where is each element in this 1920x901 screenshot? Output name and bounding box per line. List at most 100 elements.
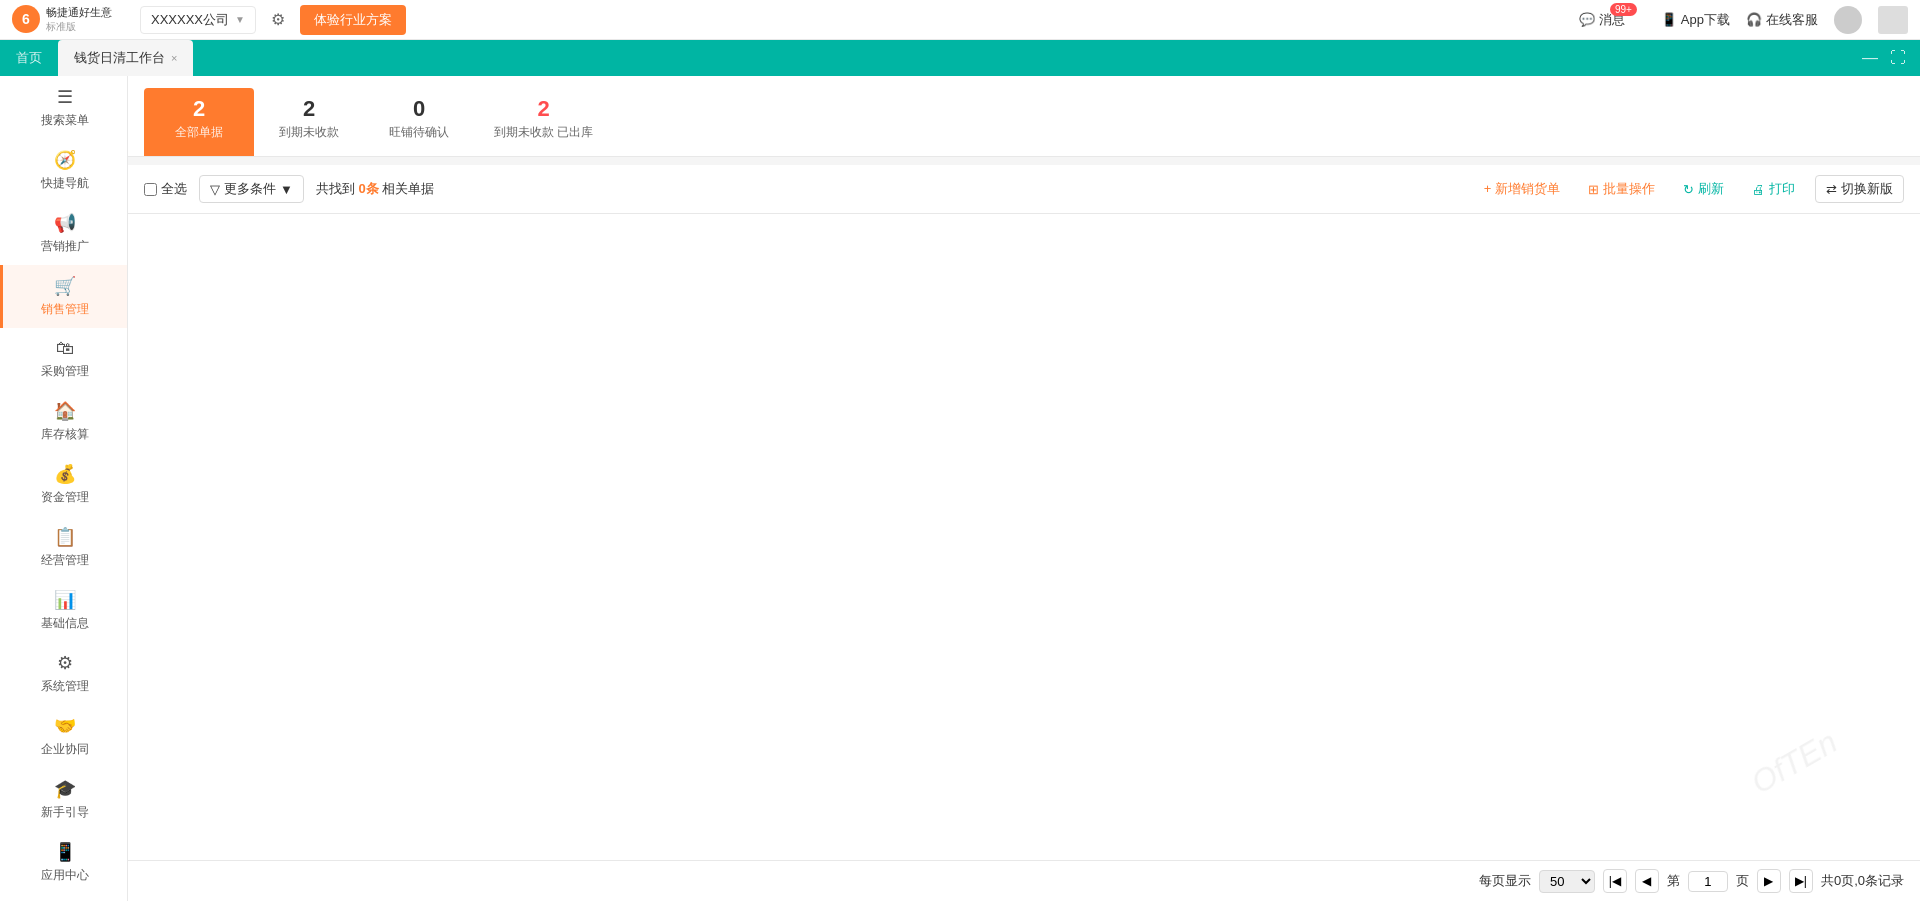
main-layout: ☰ 搜索菜单 🧭 快捷导航 📢 营销推广 🛒 销售管理 🛍 采购管理 🏠 库存核… <box>0 76 1920 901</box>
sidebar-item-label: 系统管理 <box>41 678 89 695</box>
logo-sub: 标准版 <box>46 20 112 34</box>
sidebar-item-guide[interactable]: 🎓 新手引导 <box>0 768 127 831</box>
filter-icon: ▽ <box>210 182 220 197</box>
stat-tab-shipped[interactable]: 2 到期未收款 已出库 <box>474 88 613 156</box>
toolbar: 全选 ▽ 更多条件 ▼ 共找到 0条 相关单据 + 新增销货单 ⊞ 批量操作 ↻ <box>128 165 1920 214</box>
total-label: 共0页,0条记录 <box>1821 872 1904 890</box>
stat-tab-overdue[interactable]: 2 到期未收款 <box>254 88 364 156</box>
top-bar: 6 畅捷通好生意 标准版 XXXXXX公司 ▼ ⚙ 体验行业方案 💬 消息 99… <box>0 0 1920 40</box>
sidebar: ☰ 搜索菜单 🧭 快捷导航 📢 营销推广 🛒 销售管理 🛍 采购管理 🏠 库存核… <box>0 76 128 901</box>
quicknav-icon: 🧭 <box>54 149 76 171</box>
app-download-item[interactable]: 📱 App下载 <box>1661 11 1730 29</box>
sidebar-item-label: 采购管理 <box>41 363 89 380</box>
pagination-bar: 每页显示 50 100 200 |◀ ◀ 第 页 ▶ ▶| 共0页,0条记录 <box>128 860 1920 901</box>
sidebar-item-quicknav[interactable]: 🧭 快捷导航 <box>0 139 127 202</box>
sidebar-item-operations[interactable]: 📋 经营管理 <box>0 516 127 579</box>
online-service-label: 在线客服 <box>1766 11 1818 29</box>
sidebar-item-appcenter[interactable]: 📱 应用中心 <box>0 831 127 894</box>
window-minimize-button[interactable]: — <box>1856 45 1884 71</box>
next-page-button[interactable]: ▶ <box>1757 869 1781 893</box>
sidebar-item-label: 企业协同 <box>41 741 89 758</box>
sidebar-item-purchase[interactable]: 🛍 采购管理 <box>0 328 127 390</box>
sidebar-item-finance[interactable]: 💰 资金管理 <box>0 453 127 516</box>
filter-label: 更多条件 <box>224 180 276 198</box>
logo-icon: 6 <box>12 5 40 33</box>
stat-all-label: 全部单据 <box>164 124 234 141</box>
message-item[interactable]: 💬 消息 99+ <box>1579 11 1625 29</box>
tab-close-icon[interactable]: × <box>171 52 177 64</box>
avatar[interactable] <box>1834 6 1862 34</box>
basicinfo-icon: 📊 <box>54 589 76 611</box>
sidebar-item-system[interactable]: ⚙ 系统管理 <box>0 642 127 705</box>
refresh-icon: ↻ <box>1683 182 1694 197</box>
headset-icon: 🎧 <box>1746 12 1762 27</box>
sidebar-item-basicinfo[interactable]: 📊 基础信息 <box>0 579 127 642</box>
sidebar-item-label: 基础信息 <box>41 615 89 632</box>
filter-button[interactable]: ▽ 更多条件 ▼ <box>199 175 304 203</box>
sidebar-item-label: 新手引导 <box>41 804 89 821</box>
stat-shipped-number: 2 <box>494 96 593 122</box>
enterprise-icon: 🤝 <box>54 715 76 737</box>
app-download-icon: 📱 <box>1661 12 1677 27</box>
tab-home[interactable]: 首页 <box>0 40 58 76</box>
select-all-label: 全选 <box>161 180 187 198</box>
prev-page-button[interactable]: ◀ <box>1635 869 1659 893</box>
message-icon: 💬 <box>1579 12 1595 27</box>
trial-button[interactable]: 体验行业方案 <box>300 5 406 35</box>
sidebar-item-wechat[interactable]: 💬 企业微信 <box>0 894 127 901</box>
stat-wangpu-label: 旺铺待确认 <box>384 124 454 141</box>
refresh-button[interactable]: ↻ 刷新 <box>1675 176 1732 202</box>
sidebar-item-enterprise[interactable]: 🤝 企业协同 <box>0 705 127 768</box>
sidebar-item-search[interactable]: ☰ 搜索菜单 <box>0 76 127 139</box>
search-menu-icon: ☰ <box>57 86 73 108</box>
top-right-area: 💬 消息 99+ 📱 App下载 🎧 在线客服 <box>1579 6 1908 34</box>
logo-text: 畅捷通好生意 <box>46 5 112 19</box>
appcenter-icon: 📱 <box>54 841 76 863</box>
company-select[interactable]: XXXXXX公司 ▼ <box>140 6 256 34</box>
sidebar-item-marketing[interactable]: 📢 营销推广 <box>0 202 127 265</box>
app-download-label: App下载 <box>1681 11 1730 29</box>
stat-tab-wangpu[interactable]: 0 旺铺待确认 <box>364 88 474 156</box>
last-page-button[interactable]: ▶| <box>1789 869 1813 893</box>
found-text: 共找到 0条 相关单据 <box>316 180 434 198</box>
stat-tab-all[interactable]: 2 全部单据 <box>144 88 254 156</box>
first-page-button[interactable]: |◀ <box>1603 869 1627 893</box>
company-name: XXXXXX公司 <box>151 11 229 29</box>
add-sale-button[interactable]: + 新增销货单 <box>1476 176 1568 202</box>
batch-operation-button[interactable]: ⊞ 批量操作 <box>1580 176 1663 202</box>
tab-bar-actions: — ⛶ <box>1856 45 1920 71</box>
stat-overdue-number: 2 <box>274 96 344 122</box>
per-page-label: 每页显示 <box>1479 872 1531 890</box>
stat-wangpu-number: 0 <box>384 96 454 122</box>
settings-icon[interactable]: ⚙ <box>264 6 292 34</box>
user-menu[interactable] <box>1878 6 1908 34</box>
page-suffix-label: 页 <box>1736 872 1749 890</box>
inventory-icon: 🏠 <box>54 400 76 422</box>
stat-shipped-label: 到期未收款 已出库 <box>494 124 593 141</box>
tab-workbench[interactable]: 钱货日清工作台 × <box>58 40 193 76</box>
sidebar-item-label: 应用中心 <box>41 867 89 884</box>
print-icon: 🖨 <box>1752 182 1765 197</box>
tab-bar: 首页 钱货日清工作台 × — ⛶ <box>0 40 1920 76</box>
sidebar-item-inventory[interactable]: 🏠 库存核算 <box>0 390 127 453</box>
page-prefix-label: 第 <box>1667 872 1680 890</box>
select-all-checkbox[interactable]: 全选 <box>144 180 187 198</box>
sidebar-item-label: 搜索菜单 <box>41 112 89 129</box>
page-number-input[interactable] <box>1688 871 1728 892</box>
online-service-item[interactable]: 🎧 在线客服 <box>1746 11 1818 29</box>
sidebar-item-sales[interactable]: 🛒 销售管理 <box>0 265 127 328</box>
sidebar-item-label: 库存核算 <box>41 426 89 443</box>
sidebar-item-label: 经营管理 <box>41 552 89 569</box>
content-area: 2 全部单据 2 到期未收款 0 旺铺待确认 2 到期未收款 已出库 全选 <box>128 76 1920 901</box>
switch-version-button[interactable]: ⇄ 切换新版 <box>1815 175 1904 203</box>
window-maximize-button[interactable]: ⛶ <box>1884 45 1912 71</box>
toolbar-right: + 新增销货单 ⊞ 批量操作 ↻ 刷新 🖨 打印 ⇄ 切换新版 <box>1476 175 1904 203</box>
sidebar-item-label: 快捷导航 <box>41 175 89 192</box>
table-area <box>128 214 1920 860</box>
operations-icon: 📋 <box>54 526 76 548</box>
per-page-select[interactable]: 50 100 200 <box>1539 870 1595 893</box>
system-icon: ⚙ <box>57 652 73 674</box>
select-all-input[interactable] <box>144 183 157 196</box>
print-button[interactable]: 🖨 打印 <box>1744 176 1803 202</box>
logo-area: 6 畅捷通好生意 标准版 <box>12 5 140 33</box>
